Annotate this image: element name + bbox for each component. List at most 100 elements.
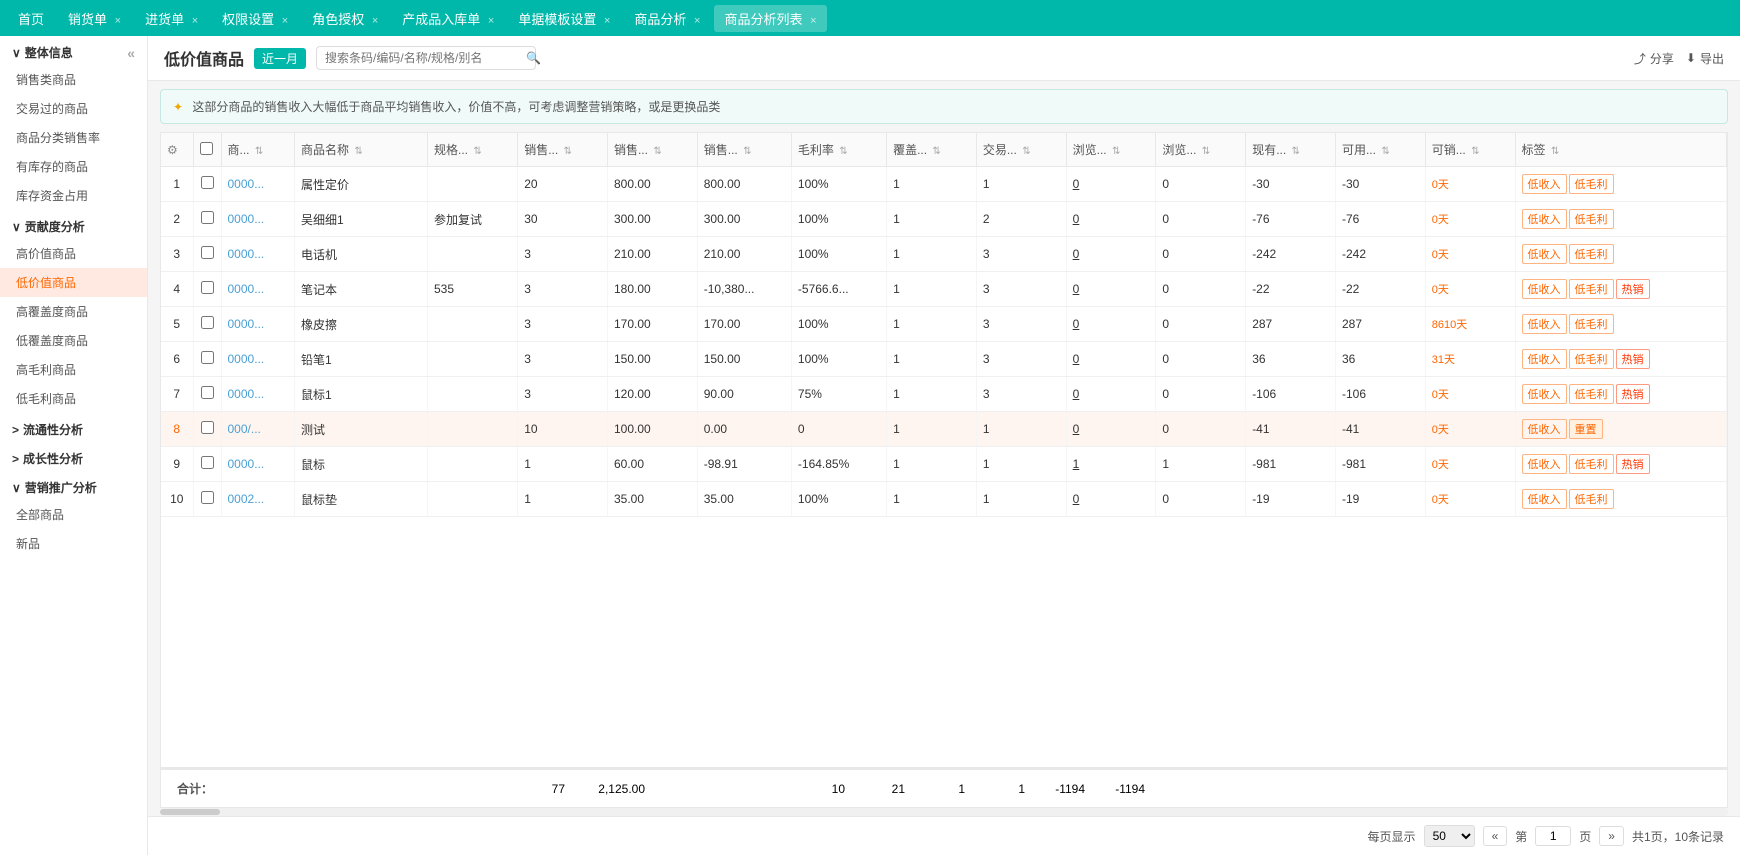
sidebar-item-low-margin[interactable]: 低毛利商品 xyxy=(0,384,147,413)
scrollbar-area[interactable] xyxy=(160,808,1728,816)
views1-link[interactable]: 0 xyxy=(1073,212,1080,226)
views1-link[interactable]: 0 xyxy=(1073,492,1080,506)
views1-link[interactable]: 0 xyxy=(1073,247,1080,261)
sidebar-group-marketing[interactable]: ∨ 营销推广分析 xyxy=(0,471,147,500)
views1-link[interactable]: 0 xyxy=(1073,317,1080,331)
row-checkbox[interactable] xyxy=(201,316,214,329)
col-gross-margin[interactable]: 毛利率 ⇅ xyxy=(791,133,886,167)
col-name[interactable]: 商品名称 ⇅ xyxy=(294,133,427,167)
table-row: 30000...电话机3210.00210.00100%1300-242-242… xyxy=(161,237,1727,272)
views1-link[interactable]: 0 xyxy=(1073,387,1080,401)
col-views1[interactable]: 浏览... ⇅ xyxy=(1066,133,1156,167)
cell-sales-qty: 3 xyxy=(518,272,608,307)
filter-tag[interactable]: 近一月 xyxy=(254,48,306,69)
nav-goods-analysis-list[interactable]: 商品分析列表 × xyxy=(714,5,826,32)
nav-product-storage[interactable]: 产成品入库单 × xyxy=(392,5,504,32)
sidebar-item-high-value[interactable]: 高价值商品 xyxy=(0,239,147,268)
cell-views1: 0 xyxy=(1066,342,1156,377)
sidebar-group-contribution[interactable]: ∨ 贡献度分析 xyxy=(0,210,147,239)
nav-role-auth[interactable]: 角色授权 × xyxy=(302,5,388,32)
cell-code: 0000... xyxy=(221,272,294,307)
col-sales-qty[interactable]: 销售... ⇅ xyxy=(518,133,608,167)
collapse-button[interactable]: « xyxy=(127,45,135,61)
sidebar-item-traded-goods[interactable]: 交易过的商品 xyxy=(0,94,147,123)
search-input[interactable] xyxy=(316,46,536,70)
cell-coverage: 1 xyxy=(887,202,977,237)
col-available[interactable]: 可用... ⇅ xyxy=(1335,133,1425,167)
sidebar-item-sales-goods[interactable]: 销售类商品 xyxy=(0,65,147,94)
close-permission[interactable]: × xyxy=(282,15,288,27)
views1-link[interactable]: 0 xyxy=(1073,177,1080,191)
close-role[interactable]: × xyxy=(372,15,378,27)
nav-purchase-order[interactable]: 进货单 × xyxy=(135,5,208,32)
close-storage[interactable]: × xyxy=(488,15,494,27)
col-code[interactable]: 商... ⇅ xyxy=(221,133,294,167)
nav-permission-settings[interactable]: 权限设置 × xyxy=(212,5,298,32)
nav-goods-analysis[interactable]: 商品分析 × xyxy=(624,5,710,32)
sidebar-group-circulation[interactable]: > 流通性分析 xyxy=(0,413,147,442)
close-purchase-order[interactable]: × xyxy=(192,15,198,27)
cell-views1: 1 xyxy=(1066,447,1156,482)
page-number-input[interactable] xyxy=(1535,826,1571,846)
sidebar-group-overall[interactable]: ∨ 整体信息 « xyxy=(0,36,147,65)
row-checkbox[interactable] xyxy=(201,456,214,469)
close-sales-order[interactable]: × xyxy=(115,15,121,27)
chevron-right-icon-2: > xyxy=(12,452,19,466)
sidebar-group-growth[interactable]: > 成长性分析 xyxy=(0,442,147,471)
select-all-checkbox[interactable] xyxy=(200,142,213,155)
row-checkbox[interactable] xyxy=(201,176,214,189)
row-checkbox[interactable] xyxy=(201,211,214,224)
col-stock[interactable]: 现有... ⇅ xyxy=(1246,133,1336,167)
cell-stock: -30 xyxy=(1246,167,1336,202)
share-button[interactable]: ⤴ 分享 xyxy=(1634,50,1674,67)
cell-available: -242 xyxy=(1335,237,1425,272)
sidebar-item-new-goods[interactable]: 新品 xyxy=(0,529,147,558)
col-views2[interactable]: 浏览... ⇅ xyxy=(1156,133,1246,167)
col-transactions[interactable]: 交易... ⇅ xyxy=(976,133,1066,167)
sidebar-item-low-coverage[interactable]: 低覆盖度商品 xyxy=(0,326,147,355)
views1-link[interactable]: 0 xyxy=(1073,422,1080,436)
col-sellable[interactable]: 可销... ⇅ xyxy=(1425,133,1515,167)
col-sales-amount[interactable]: 销售... ⇅ xyxy=(607,133,697,167)
col-tags[interactable]: 标签 ⇅ xyxy=(1515,133,1726,167)
nav-sales-order[interactable]: 销货单 × xyxy=(58,5,131,32)
sidebar-item-high-margin[interactable]: 高毛利商品 xyxy=(0,355,147,384)
row-checkbox[interactable] xyxy=(201,491,214,504)
cell-stock: -981 xyxy=(1246,447,1336,482)
close-analysis-list[interactable]: × xyxy=(810,15,816,27)
col-spec[interactable]: 规格... ⇅ xyxy=(428,133,518,167)
col-coverage[interactable]: 覆盖... ⇅ xyxy=(887,133,977,167)
row-checkbox[interactable] xyxy=(201,281,214,294)
sidebar-item-high-coverage[interactable]: 高覆盖度商品 xyxy=(0,297,147,326)
nav-home[interactable]: 首页 xyxy=(8,5,54,32)
views1-link[interactable]: 0 xyxy=(1073,282,1080,296)
cell-views1: 0 xyxy=(1066,272,1156,307)
sidebar-item-stock-capital[interactable]: 库存资金占用 xyxy=(0,181,147,210)
scrollbar-thumb[interactable] xyxy=(160,809,220,815)
sidebar-item-stock-goods[interactable]: 有库存的商品 xyxy=(0,152,147,181)
close-template[interactable]: × xyxy=(604,15,610,27)
row-checkbox[interactable] xyxy=(201,386,214,399)
nav-template-settings[interactable]: 单据模板设置 × xyxy=(508,5,620,32)
prev-page-button[interactable]: « xyxy=(1483,826,1508,846)
tag-badge: 低毛利 xyxy=(1569,489,1614,509)
views1-link[interactable]: 0 xyxy=(1073,352,1080,366)
sidebar-item-category-sales[interactable]: 商品分类销售率 xyxy=(0,123,147,152)
search-icon[interactable]: 🔍 xyxy=(526,51,541,65)
row-checkbox[interactable] xyxy=(201,351,214,364)
col-settings[interactable]: ⚙ xyxy=(161,133,193,167)
settings-icon[interactable]: ⚙ xyxy=(167,143,178,157)
pagination: 每页显示 50 100 200 « 第 页 » 共1页，10条记录 xyxy=(148,816,1740,855)
close-analysis[interactable]: × xyxy=(694,15,700,27)
cell-sales-avg: 150.00 xyxy=(697,342,791,377)
col-sales-avg[interactable]: 销售... ⇅ xyxy=(697,133,791,167)
export-button[interactable]: ⬇ 导出 xyxy=(1686,50,1724,67)
row-checkbox[interactable] xyxy=(201,246,214,259)
row-checkbox[interactable] xyxy=(201,421,214,434)
tag-badge: 低毛利 xyxy=(1569,244,1614,264)
per-page-select[interactable]: 50 100 200 xyxy=(1424,825,1475,847)
next-page-button[interactable]: » xyxy=(1599,826,1624,846)
sidebar-item-low-value[interactable]: 低价值商品 xyxy=(0,268,147,297)
sidebar-item-all-goods[interactable]: 全部商品 xyxy=(0,500,147,529)
views1-link[interactable]: 1 xyxy=(1073,457,1080,471)
